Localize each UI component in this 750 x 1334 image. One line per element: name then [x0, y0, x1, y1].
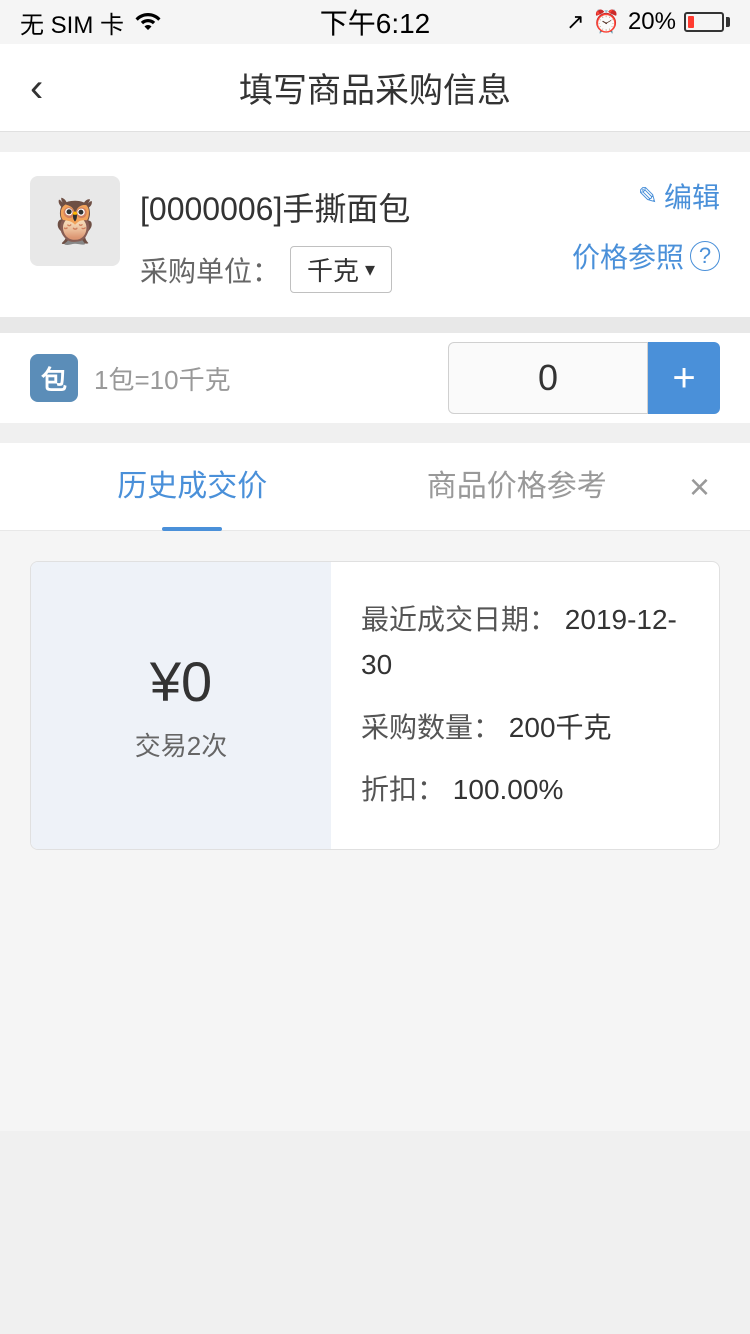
plus-icon: + — [672, 356, 695, 401]
tabs-section: 历史成交价 商品价格参考 × ¥0 交易2次 最近成交日期： 2019-12-3… — [0, 443, 750, 1131]
close-button[interactable]: × — [679, 459, 720, 515]
tab-active-underline — [162, 527, 222, 531]
quantity-left: 包 1包=10千克 — [30, 354, 231, 402]
price-card-left: ¥0 交易2次 — [31, 562, 331, 849]
tab-history-price-label: 历史成交价 — [117, 461, 267, 513]
product-info: [0000006]手撕面包 采购单位： 千克 ▾ — [140, 176, 410, 293]
purchase-quantity-row: 采购数量： 200千克 — [361, 706, 689, 751]
tab-price-reference[interactable]: 商品价格参考 — [354, 443, 678, 531]
quantity-right: + — [448, 342, 720, 414]
tab-price-reference-label: 商品价格参考 — [427, 461, 607, 513]
status-bar: 无 SIM 卡 下午6:12 ↗ ⏰ 20% — [0, 0, 750, 44]
price-card: ¥0 交易2次 最近成交日期： 2019-12-30 采购数量： 200千克 折… — [30, 561, 720, 850]
price-transactions: 交易2次 — [135, 726, 227, 763]
quantity-conversion: 1包=10千克 — [94, 360, 231, 397]
section-divider — [0, 317, 750, 333]
nav-bar: ‹ 填写商品采购信息 — [0, 44, 750, 132]
status-bar-left: 无 SIM 卡 — [20, 5, 162, 40]
product-name: [0000006]手撕面包 — [140, 184, 410, 230]
product-thumbnail: 🦉 — [30, 176, 120, 266]
quantity-input[interactable] — [448, 342, 648, 414]
tab-history-price[interactable]: 历史成交价 — [30, 443, 354, 531]
location-icon: ↗ — [566, 9, 584, 35]
unit-select[interactable]: 千克 ▾ — [290, 246, 392, 293]
alarm-icon: ⏰ — [593, 9, 620, 35]
product-image-icon: 🦉 — [48, 195, 103, 247]
discount-label: 折扣： — [361, 774, 445, 805]
price-ref-label: 价格参照 — [572, 236, 684, 276]
discount-row: 折扣： 100.00% — [361, 768, 689, 813]
help-icon: ? — [690, 241, 720, 271]
recent-date-label: 最近成交日期： — [361, 604, 557, 635]
price-card-right: 最近成交日期： 2019-12-30 采购数量： 200千克 折扣： 100.0… — [331, 562, 719, 849]
back-button[interactable]: ‹ — [30, 68, 43, 108]
status-bar-right: ↗ ⏰ 20% — [566, 8, 730, 36]
unit-value: 千克 — [307, 251, 359, 288]
history-content: ¥0 交易2次 最近成交日期： 2019-12-30 采购数量： 200千克 折… — [0, 531, 750, 1131]
battery-indicator — [684, 12, 730, 32]
price-ref-button[interactable]: 价格参照 ? — [572, 236, 720, 276]
quantity-plus-button[interactable]: + — [648, 342, 720, 414]
product-section: 🦉 [0000006]手撕面包 采购单位： 千克 ▾ ✎ 编辑 价格参照 — [0, 152, 750, 317]
edit-label: 编辑 — [664, 176, 720, 216]
dropdown-icon: ▾ — [365, 257, 375, 282]
discount-value: 100.00% — [453, 774, 564, 805]
purchase-quantity-label: 采购数量： — [361, 712, 501, 743]
page-title: 填写商品采购信息 — [239, 63, 511, 112]
status-bar-time: 下午6:12 — [320, 2, 431, 42]
battery-percent: 20% — [628, 8, 676, 36]
wifi-icon — [134, 8, 162, 37]
quantity-row: 包 1包=10千克 + — [0, 333, 750, 423]
price-amount: ¥0 — [150, 649, 212, 714]
edit-icon: ✎ — [638, 182, 658, 211]
purchase-quantity-value: 200千克 — [509, 712, 612, 743]
quantity-unit-badge: 包 — [30, 354, 78, 402]
tabs-header: 历史成交价 商品价格参考 × — [0, 443, 750, 531]
carrier-label: 无 SIM 卡 — [20, 5, 124, 40]
edit-button[interactable]: ✎ 编辑 — [638, 176, 720, 216]
recent-date-row: 最近成交日期： 2019-12-30 — [361, 598, 689, 688]
unit-badge-label: 包 — [41, 360, 67, 397]
product-unit-row: 采购单位： 千克 ▾ — [140, 246, 410, 293]
unit-label: 采购单位： — [140, 250, 280, 290]
product-right-col: ✎ 编辑 价格参照 ? — [572, 176, 720, 276]
